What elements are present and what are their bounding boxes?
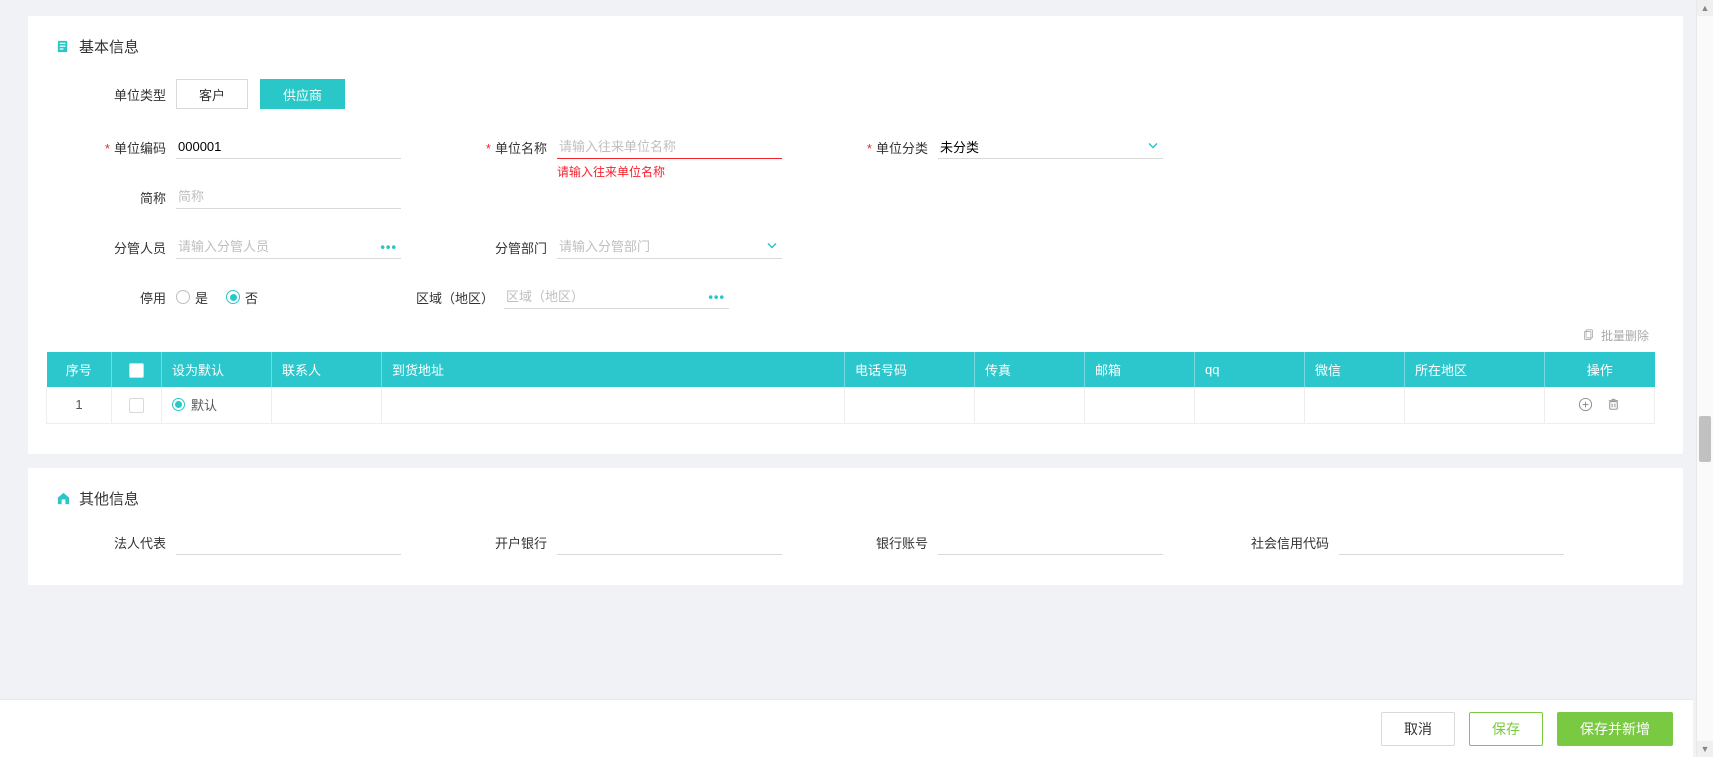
ellipsis-icon[interactable]: ••• [380,240,397,255]
cell-contact[interactable] [272,387,382,423]
field-department: 分管部门 [477,235,782,259]
scrollbar[interactable]: ▲ ▼ [1696,0,1713,757]
copy-icon [1582,329,1595,342]
section-title-other: 其他信息 [56,488,1655,509]
field-social-credit: 社会信用代码 [1239,531,1564,555]
table-header-row: 序号 设为默认 联系人 到货地址 电话号码 传真 邮箱 qq 微信 所在地区 操… [47,352,1655,387]
field-bank: 开户银行 [477,531,782,555]
section-other-info: 其他信息 法人代表 开户银行 银行账号 [28,468,1683,585]
scroll-up-arrow-icon[interactable]: ▲ [1697,0,1713,16]
cell-email[interactable] [1085,387,1195,423]
select-all-checkbox[interactable] [129,363,144,378]
field-unit-category: *单位分类 [858,135,1163,159]
default-radio[interactable]: 默认 [172,395,217,414]
batch-delete-link[interactable]: 批量删除 [56,327,1655,344]
ellipsis-icon[interactable]: ••• [708,290,725,305]
field-legal-rep: 法人代表 [96,531,401,555]
unit-category-select[interactable] [938,135,1163,159]
field-manager: 分管人员 ••• [96,235,401,259]
cell-address[interactable] [382,387,845,423]
form-icon [56,39,71,54]
disabled-yes-radio[interactable]: 是 [176,288,208,307]
unit-type-supplier-button[interactable]: 供应商 [260,79,345,109]
bank-input[interactable] [557,531,782,555]
unit-name-error: 请输入往来单位名称 [557,163,665,180]
short-name-input[interactable] [176,185,401,209]
delete-row-button[interactable] [1604,395,1622,413]
field-bank-account: 银行账号 [858,531,1163,555]
scrollbar-track[interactable] [1697,16,1713,741]
contact-table: 序号 设为默认 联系人 到货地址 电话号码 传真 邮箱 qq 微信 所在地区 操… [46,352,1655,424]
bank-account-input[interactable] [938,531,1163,555]
region-input[interactable] [504,285,729,309]
cell-area[interactable] [1405,387,1545,423]
add-row-button[interactable] [1577,395,1595,413]
footer-bar: 取消 保存 保存并新增 [0,699,1693,757]
field-unit-type: 单位类型 客户 供应商 [96,79,345,109]
cell-phone[interactable] [845,387,975,423]
department-input[interactable] [557,235,782,259]
cell-wechat[interactable] [1305,387,1405,423]
disabled-no-radio[interactable]: 否 [226,288,258,307]
table-row: 1 默认 [47,387,1655,423]
unit-code-input[interactable] [176,135,401,159]
manager-input[interactable] [176,235,401,259]
section-title-other-text: 其他信息 [79,488,139,509]
legal-rep-input[interactable] [176,531,401,555]
unit-name-input[interactable] [557,135,782,159]
field-disabled: 停用 是 否 [96,288,276,307]
save-and-new-button[interactable]: 保存并新增 [1557,712,1673,746]
field-unit-name: *单位名称 请输入往来单位名称 [477,135,782,159]
section-title-basic-text: 基本信息 [79,36,139,57]
scroll-down-arrow-icon[interactable]: ▼ [1697,741,1713,757]
cell-fax[interactable] [975,387,1085,423]
row-checkbox[interactable] [129,398,144,413]
scrollbar-thumb[interactable] [1699,416,1711,462]
save-button[interactable]: 保存 [1469,712,1543,746]
home-icon [56,491,71,506]
field-short-name: 简称 [96,185,401,209]
section-title-basic: 基本信息 [56,36,1655,57]
social-credit-input[interactable] [1339,531,1564,555]
cell-qq[interactable] [1195,387,1305,423]
cancel-button[interactable]: 取消 [1381,712,1455,746]
section-basic-info: 基本信息 单位类型 客户 供应商 *单位编码 [28,16,1683,454]
field-unit-code: *单位编码 [96,135,401,159]
unit-type-customer-button[interactable]: 客户 [176,79,248,109]
field-region: 区域（地区） ••• [404,285,729,309]
